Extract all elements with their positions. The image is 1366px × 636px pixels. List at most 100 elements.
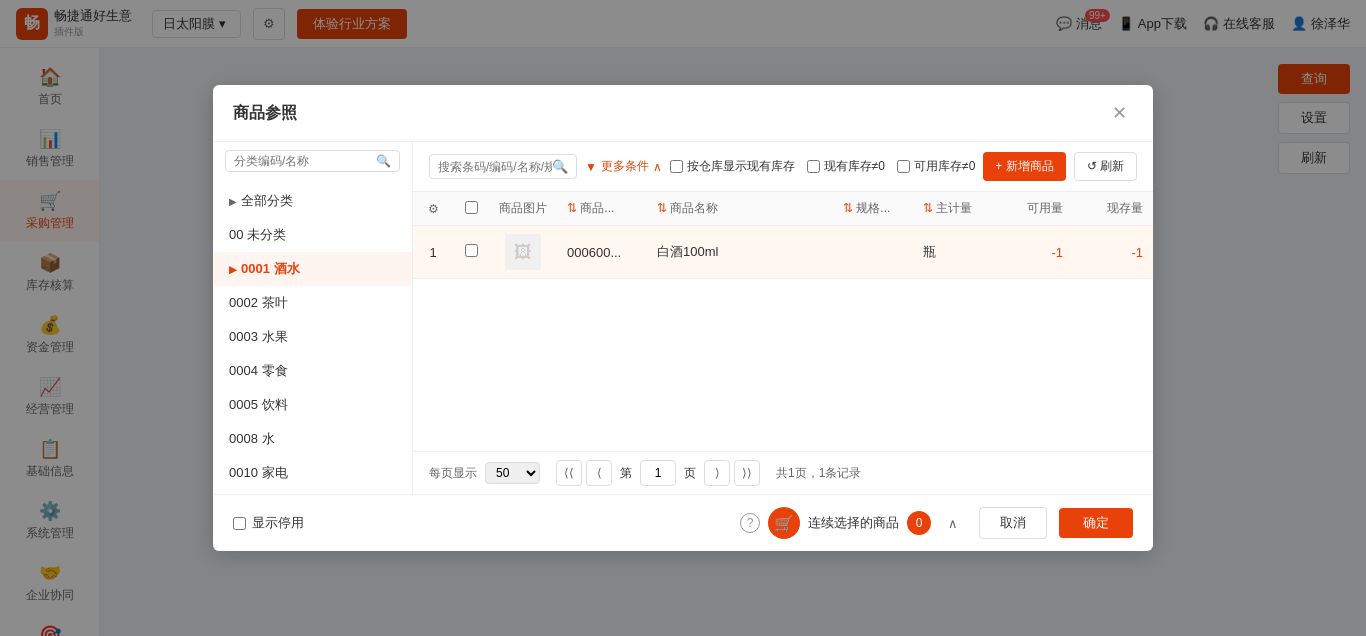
- page-size-label: 每页显示: [429, 465, 477, 482]
- select-all-checkbox[interactable]: [465, 201, 478, 214]
- cart-icon[interactable]: 🛒: [768, 507, 800, 539]
- product-search-input[interactable]: [438, 160, 552, 174]
- filter-icon: ▼: [585, 160, 597, 174]
- cat-item-0008[interactable]: 0008 水: [213, 422, 412, 456]
- show-disabled-text: 显示停用: [252, 514, 304, 532]
- checkbox-warehouse-input[interactable]: [670, 160, 683, 173]
- page-size-select[interactable]: 50 100 200: [485, 462, 540, 484]
- show-disabled-label[interactable]: 显示停用: [233, 514, 304, 532]
- refresh-button[interactable]: ↺ 刷新: [1074, 152, 1137, 181]
- next-page-button[interactable]: ⟩: [704, 460, 730, 486]
- cat-search-input[interactable]: [234, 154, 376, 168]
- cancel-button[interactable]: 取消: [979, 507, 1047, 539]
- last-page-button[interactable]: ⟩⟩: [734, 460, 760, 486]
- col-avail-label: 可用量: [1027, 201, 1063, 215]
- modal-title: 商品参照: [233, 103, 1105, 124]
- cat-item-label: 0003 水果: [229, 328, 288, 346]
- toolbar: 🔍 ▼ 更多条件 ∧ 按仓库显示现有库存 现: [413, 142, 1153, 192]
- cat-item-0010[interactable]: 0010 家电: [213, 456, 412, 490]
- cat-arrow: ▶: [229, 196, 237, 207]
- checkbox-avail-ne0-input[interactable]: [897, 160, 910, 173]
- data-panel: 🔍 ▼ 更多条件 ∧ 按仓库显示现有库存 现: [413, 142, 1153, 494]
- confirm-button[interactable]: 确定: [1059, 508, 1133, 538]
- cart-text: 连续选择的商品: [808, 514, 899, 532]
- collapse-cart-button[interactable]: ∧: [939, 509, 967, 537]
- col-code-sort-icon: ⇅: [567, 201, 577, 215]
- page-btns: ⟨⟨ ⟨ 第 页 ⟩ ⟩⟩: [556, 460, 760, 486]
- product-table: ⚙ 商品图片 ⇅ 商品...: [413, 192, 1153, 279]
- checkbox-avail-ne0-label: 可用库存≠0: [914, 158, 975, 175]
- product-unit: 瓶: [923, 244, 936, 259]
- product-stock: -1: [1131, 245, 1143, 260]
- page-total: 共1页，1条记录: [776, 465, 861, 482]
- col-header-code: ⇅ 商品...: [557, 192, 647, 226]
- cat-item-0004[interactable]: 0004 零食: [213, 354, 412, 388]
- modal-close-button[interactable]: ✕: [1105, 99, 1133, 127]
- cat-search-icon[interactable]: 🔍: [376, 154, 391, 168]
- col-unit-sort-icon: ⇅: [923, 201, 933, 215]
- cart-count: 0: [907, 511, 931, 535]
- image-placeholder-icon: 🖼: [514, 242, 532, 263]
- product-avail: -1: [1051, 245, 1063, 260]
- help-icon[interactable]: ?: [740, 513, 760, 533]
- first-page-button[interactable]: ⟨⟨: [556, 460, 582, 486]
- col-code-label: 商品...: [580, 201, 614, 215]
- cat-item-0005[interactable]: 0005 饮料: [213, 388, 412, 422]
- col-spec-label: 规格...: [856, 201, 890, 215]
- cat-search-wrap: 🔍: [225, 150, 400, 172]
- cell-stock: -1: [1073, 226, 1153, 279]
- col-stock-label: 现存量: [1107, 201, 1143, 215]
- product-image: 🖼: [505, 234, 541, 270]
- checkbox-stock-ne0-input[interactable]: [807, 160, 820, 173]
- cat-item-label: 0005 饮料: [229, 396, 288, 414]
- col-name-label: 商品名称: [670, 201, 718, 215]
- cat-item-all[interactable]: ▶ 全部分类: [213, 184, 412, 218]
- col-header-num: ⚙: [413, 192, 453, 226]
- col-img-label: 商品图片: [499, 201, 547, 215]
- cell-unit: 瓶: [913, 226, 993, 279]
- checkbox-group: 按仓库显示现有库存 现有库存≠0 可用库存≠0: [670, 158, 976, 175]
- table-header-row: ⚙ 商品图片 ⇅ 商品...: [413, 192, 1153, 226]
- col-header-spec: ⇅ 规格...: [833, 192, 913, 226]
- page-label: 第: [620, 465, 632, 482]
- row-checkbox[interactable]: [465, 244, 478, 257]
- page-number-input[interactable]: [640, 460, 676, 486]
- cat-item-label: 0010 家电: [229, 464, 288, 482]
- search-icon[interactable]: 🔍: [552, 159, 568, 174]
- modal-header: 商品参照 ✕: [213, 85, 1153, 142]
- checkbox-stock-ne0[interactable]: 现有库存≠0: [807, 158, 885, 175]
- modal-body: 🔍 ▶ 全部分类 00 未分类 ▶ 0001 酒水: [213, 142, 1153, 494]
- product-table-wrap: ⚙ 商品图片 ⇅ 商品...: [413, 192, 1153, 451]
- col-spec-sort-icon: ⇅: [843, 201, 853, 215]
- cat-item-unclassified[interactable]: 00 未分类: [213, 218, 412, 252]
- checkbox-avail-ne0[interactable]: 可用库存≠0: [897, 158, 975, 175]
- prev-page-button[interactable]: ⟨: [586, 460, 612, 486]
- col-header-stock: 现存量: [1073, 192, 1153, 226]
- checkbox-stock-ne0-label: 现有库存≠0: [824, 158, 885, 175]
- page-suffix: 页: [684, 465, 696, 482]
- product-code: 000600...: [567, 245, 621, 260]
- show-disabled-checkbox[interactable]: [233, 517, 246, 530]
- cat-item-0002[interactable]: 0002 茶叶: [213, 286, 412, 320]
- toolbar-actions: + 新增商品 ↺ 刷新: [983, 152, 1137, 181]
- modal-overlay: 商品参照 ✕ 🔍 ▶ 全部分类 00 未: [0, 0, 1366, 636]
- col-settings-icon[interactable]: ⚙: [428, 202, 439, 216]
- col-unit-label: 主计量: [936, 201, 972, 215]
- filter-label: 更多条件: [601, 158, 649, 175]
- product-reference-modal: 商品参照 ✕ 🔍 ▶ 全部分类 00 未: [213, 85, 1153, 551]
- col-header-avail: 可用量: [993, 192, 1073, 226]
- cat-active-arrow: ▶: [229, 264, 237, 275]
- cell-img: 🖼: [489, 226, 557, 279]
- checkbox-warehouse-label: 按仓库显示现有库存: [687, 158, 795, 175]
- cell-spec: [833, 226, 913, 279]
- cat-item-label: 全部分类: [241, 192, 293, 210]
- cat-item-0001[interactable]: ▶ 0001 酒水: [213, 252, 412, 286]
- cat-item-0003[interactable]: 0003 水果: [213, 320, 412, 354]
- checkbox-warehouse[interactable]: 按仓库显示现有库存: [670, 158, 795, 175]
- col-name-sort-icon: ⇅: [657, 201, 667, 215]
- product-name: 白酒100ml: [657, 244, 718, 259]
- filter-button[interactable]: ▼ 更多条件 ∧: [585, 158, 662, 175]
- table-row[interactable]: 1 🖼 000600...: [413, 226, 1153, 279]
- add-product-button[interactable]: + 新增商品: [983, 152, 1065, 181]
- col-header-checkbox: [453, 192, 489, 226]
